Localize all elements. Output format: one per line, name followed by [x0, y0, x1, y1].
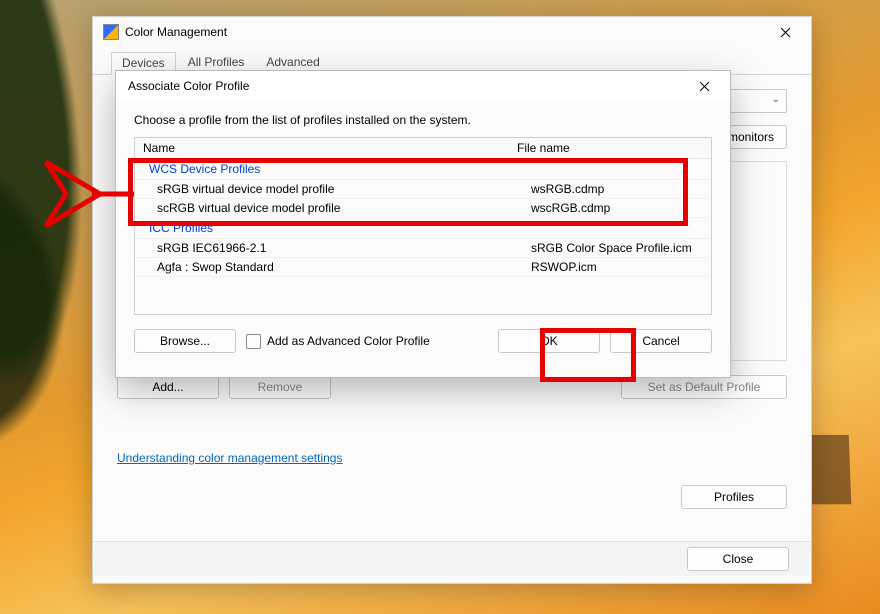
profile-row[interactable]: sRGB virtual device model profile wsRGB.… [135, 180, 711, 199]
close-icon [699, 81, 710, 92]
list-header: Name File name [135, 138, 711, 159]
cancel-button-label: Cancel [642, 334, 679, 348]
column-header-name[interactable]: Name [135, 141, 513, 155]
checkbox-label: Add as Advanced Color Profile [267, 334, 430, 348]
dialog-title: Associate Color Profile [128, 79, 682, 93]
profile-row[interactable]: sRGB IEC61966-2.1 sRGB Color Space Profi… [135, 239, 711, 258]
profile-row[interactable]: scRGB virtual device model profile wscRG… [135, 199, 711, 218]
dialog-titlebar: Associate Color Profile [116, 71, 730, 101]
dialog-close-button[interactable] [682, 71, 726, 101]
cancel-button[interactable]: Cancel [610, 329, 712, 353]
browse-button[interactable]: Browse... [134, 329, 236, 353]
profiles-button-label: Profiles [714, 490, 754, 504]
browse-button-label: Browse... [160, 334, 210, 348]
app-icon [103, 24, 119, 40]
profile-file: sRGB Color Space Profile.icm [527, 241, 711, 255]
profile-name: scRGB virtual device model profile [135, 201, 527, 215]
ok-button[interactable]: OK [498, 329, 600, 353]
close-button[interactable]: Close [687, 547, 789, 571]
close-icon [780, 27, 791, 38]
remove-button-label: Remove [258, 380, 303, 394]
window-close-button[interactable] [763, 17, 807, 47]
set-default-profile-button[interactable]: Set as Default Profile [621, 375, 787, 399]
ok-button-label: OK [540, 334, 557, 348]
profile-row[interactable]: Agfa : Swop Standard RSWOP.icm [135, 258, 711, 277]
profile-file: wscRGB.cdmp [527, 201, 711, 215]
close-button-label: Close [723, 552, 754, 566]
window-title: Color Management [125, 25, 763, 39]
window-titlebar: Color Management [93, 17, 811, 47]
add-as-advanced-checkbox[interactable]: Add as Advanced Color Profile [246, 334, 430, 349]
profile-name: sRGB virtual device model profile [135, 182, 527, 196]
profile-name: sRGB IEC61966-2.1 [135, 241, 527, 255]
associate-color-profile-dialog: Associate Color Profile Choose a profile… [115, 70, 731, 378]
profile-name: Agfa : Swop Standard [135, 260, 527, 274]
group-wcs-device-profiles: WCS Device Profiles [135, 159, 711, 180]
window-footer: Close [93, 541, 811, 576]
dialog-instruction: Choose a profile from the list of profil… [134, 113, 712, 127]
understanding-link[interactable]: Understanding color management settings [117, 451, 342, 465]
set-default-label: Set as Default Profile [648, 380, 761, 394]
add-button-label: Add... [152, 380, 183, 394]
remove-button[interactable]: Remove [229, 375, 331, 399]
profiles-button[interactable]: Profiles [681, 485, 787, 509]
group-icc-profiles: ICC Profiles [135, 218, 711, 239]
chevron-down-icon: ⌄ [772, 94, 780, 105]
desktop-wallpaper: Color Management Devices All Profiles Ad… [0, 0, 880, 614]
profile-file: RSWOP.icm [527, 260, 711, 274]
column-header-filename[interactable]: File name [513, 141, 711, 155]
checkbox-box [246, 334, 261, 349]
profile-list[interactable]: Name File name WCS Device Profiles sRGB … [134, 137, 712, 315]
profile-file: wsRGB.cdmp [527, 182, 711, 196]
add-button[interactable]: Add... [117, 375, 219, 399]
